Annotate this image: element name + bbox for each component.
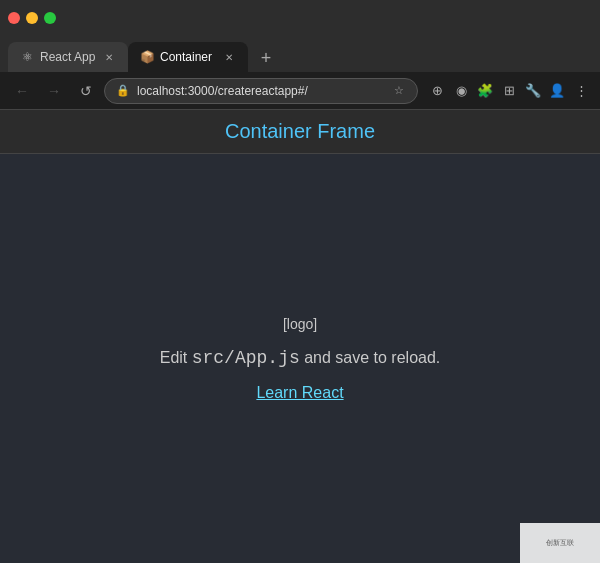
tab-react-app-close[interactable]: ✕ — [102, 50, 116, 64]
tab-container[interactable]: 📦 Container ✕ — [128, 42, 248, 72]
new-tab-button[interactable]: + — [252, 44, 280, 72]
container-frame-title: Container Frame — [225, 120, 375, 143]
tab-react-app-label: React App — [40, 50, 96, 64]
reload-button[interactable]: ↺ — [72, 77, 100, 105]
toolbar-icons: ⊕ ◉ 🧩 ⊞ 🔧 👤 ⋮ — [426, 80, 592, 102]
traffic-lights — [8, 12, 56, 24]
edit-text-after: and save to reload. — [300, 349, 441, 366]
container-frame-header: Container Frame — [0, 110, 600, 154]
lock-icon: 🔒 — [115, 83, 131, 99]
url-text: localhost:3000/createreactapp#/ — [137, 84, 385, 98]
edit-text: Edit src/App.js and save to reload. — [160, 348, 441, 368]
extensions-icon[interactable]: ⊕ — [426, 80, 448, 102]
star-icon: ☆ — [391, 83, 407, 99]
tab-container-close[interactable]: ✕ — [222, 50, 236, 64]
logo-image: [logo] — [283, 316, 317, 332]
tab-container-favicon: 📦 — [140, 50, 154, 64]
watermark: 创新互联 — [520, 523, 600, 563]
back-button[interactable]: ← — [8, 77, 36, 105]
avatar-icon[interactable]: 👤 — [546, 80, 568, 102]
tab-react-app[interactable]: ⚛ React App ✕ — [8, 42, 128, 72]
user-icon-2[interactable]: 🧩 — [474, 80, 496, 102]
app-content: [logo] Edit src/App.js and save to reloa… — [0, 154, 600, 563]
tabs-bar: ⚛ React App ✕ 📦 Container ✕ + — [0, 36, 600, 72]
watermark-text: 创新互联 — [546, 538, 574, 547]
edit-code: src/App.js — [192, 348, 300, 368]
maximize-button[interactable] — [44, 12, 56, 24]
grid-icon[interactable]: ⊞ — [498, 80, 520, 102]
user-icon-1[interactable]: ◉ — [450, 80, 472, 102]
minimize-button[interactable] — [26, 12, 38, 24]
title-bar — [0, 0, 600, 36]
address-input[interactable]: 🔒 localhost:3000/createreactapp#/ ☆ — [104, 78, 418, 104]
learn-react-link[interactable]: Learn React — [256, 384, 343, 402]
user-icon-3[interactable]: 🔧 — [522, 80, 544, 102]
edit-text-before: Edit — [160, 349, 192, 366]
tab-container-label: Container — [160, 50, 216, 64]
forward-button[interactable]: → — [40, 77, 68, 105]
menu-icon[interactable]: ⋮ — [570, 80, 592, 102]
tab-react-app-favicon: ⚛ — [20, 50, 34, 64]
address-bar: ← → ↺ 🔒 localhost:3000/createreactapp#/ … — [0, 72, 600, 110]
close-button[interactable] — [8, 12, 20, 24]
